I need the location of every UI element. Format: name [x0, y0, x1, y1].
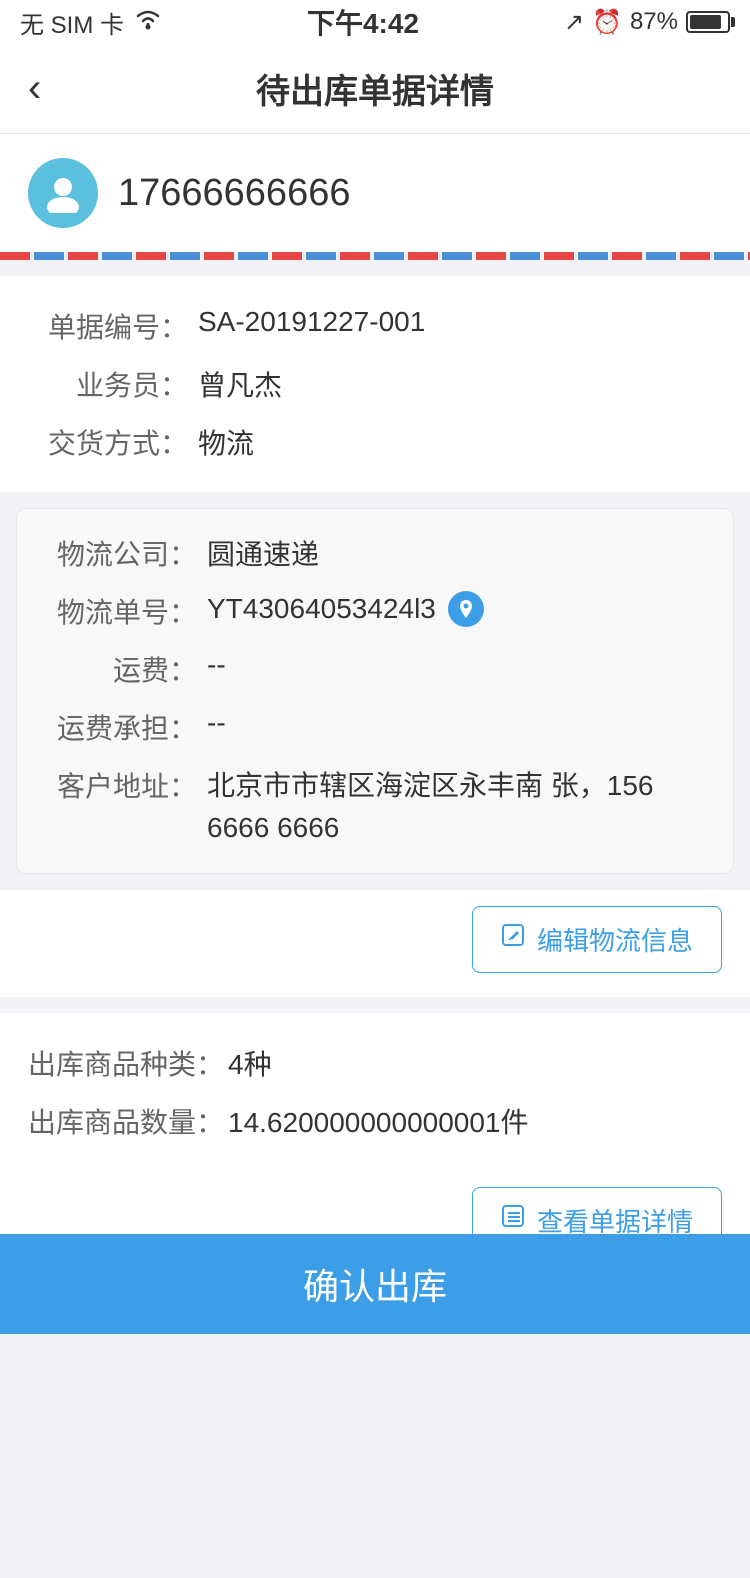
confirm-label: 确认出库 — [303, 1258, 447, 1310]
sales-person-label: 业务员： — [28, 364, 188, 404]
goods-quantity-label: 出库商品数量： — [28, 1101, 228, 1141]
delivery-method-value: 物流 — [188, 422, 722, 462]
back-button[interactable]: ‹ — [28, 66, 41, 111]
goods-type-row: 出库商品种类： 4种 — [28, 1043, 722, 1083]
goods-section: 出库商品种类： 4种 出库商品数量： 14.620000000000001件 — [0, 1013, 750, 1171]
user-phone: 17666666666 — [118, 172, 350, 215]
edit-logistics-button[interactable]: 编辑物流信息 — [472, 906, 722, 973]
goods-type-value: 4种 — [228, 1043, 722, 1083]
order-no-value: SA-20191227-001 — [188, 306, 722, 338]
edit-logistics-label: 编辑物流信息 — [537, 921, 693, 958]
order-info-section: 单据编号： SA-20191227-001 业务员： 曾凡杰 交货方式： 物流 — [0, 276, 750, 492]
sales-person-value: 曾凡杰 — [188, 364, 722, 404]
list-icon — [501, 1204, 527, 1237]
location-status-icon: ↗ — [564, 8, 584, 37]
address-value: 北京市市辖区海淀区永丰南 张，156 6666 6666 — [197, 765, 713, 849]
freight-bearer-value: -- — [197, 707, 713, 739]
logistics-company-value: 圆通速递 — [197, 533, 713, 573]
logistics-company-row: 物流公司： 圆通速递 — [37, 533, 713, 573]
battery-percent: 87% — [630, 8, 678, 36]
user-header: 17666666666 — [0, 134, 750, 252]
dashed-divider — [0, 252, 750, 260]
logistics-section: 物流公司： 圆通速递 物流单号： YT43064053424l3 运费： -- … — [16, 508, 734, 874]
wifi-icon — [134, 8, 162, 37]
section-divider-1 — [0, 997, 750, 1013]
freight-label: 运费： — [37, 649, 197, 689]
address-label: 客户地址： — [37, 765, 197, 805]
delivery-method-label: 交货方式： — [28, 422, 188, 462]
sales-person-row: 业务员： 曾凡杰 — [28, 364, 722, 404]
page-title: 待出库单据详情 — [256, 64, 494, 113]
edit-icon — [501, 923, 527, 956]
confirm-button[interactable]: 确认出库 — [0, 1234, 750, 1334]
goods-quantity-row: 出库商品数量： 14.620000000000001件 — [28, 1101, 722, 1141]
tracking-no-row: 物流单号： YT43064053424l3 — [37, 591, 713, 631]
status-time: 下午4:42 — [307, 2, 419, 42]
carrier-text: 无 SIM 卡 — [20, 5, 124, 40]
freight-value: -- — [197, 649, 713, 681]
order-no-label: 单据编号： — [28, 306, 188, 346]
goods-type-label: 出库商品种类： — [28, 1043, 228, 1083]
nav-bar: ‹ 待出库单据详情 — [0, 44, 750, 134]
freight-row: 运费： -- — [37, 649, 713, 689]
logistics-company-label: 物流公司： — [37, 533, 197, 573]
freight-bearer-label: 运费承担： — [37, 707, 197, 747]
edit-logistics-row: 编辑物流信息 — [0, 890, 750, 997]
tracking-no-label: 物流单号： — [37, 591, 197, 631]
status-left: 无 SIM 卡 — [20, 5, 162, 40]
freight-bearer-row: 运费承担： -- — [37, 707, 713, 747]
battery-icon — [686, 11, 730, 33]
status-right: ↗ ⏰ 87% — [564, 8, 730, 37]
order-no-row: 单据编号： SA-20191227-001 — [28, 306, 722, 346]
person-icon — [43, 173, 83, 213]
goods-quantity-value: 14.620000000000001件 — [228, 1101, 722, 1141]
tracking-no-value: YT43064053424l3 — [197, 591, 713, 627]
alarm-icon: ⏰ — [592, 8, 622, 37]
status-bar: 无 SIM 卡 下午4:42 ↗ ⏰ 87% — [0, 0, 750, 44]
address-row: 客户地址： 北京市市辖区海淀区永丰南 张，156 6666 6666 — [37, 765, 713, 849]
avatar — [28, 158, 98, 228]
delivery-method-row: 交货方式： 物流 — [28, 422, 722, 462]
tracking-location-icon[interactable] — [448, 591, 484, 627]
